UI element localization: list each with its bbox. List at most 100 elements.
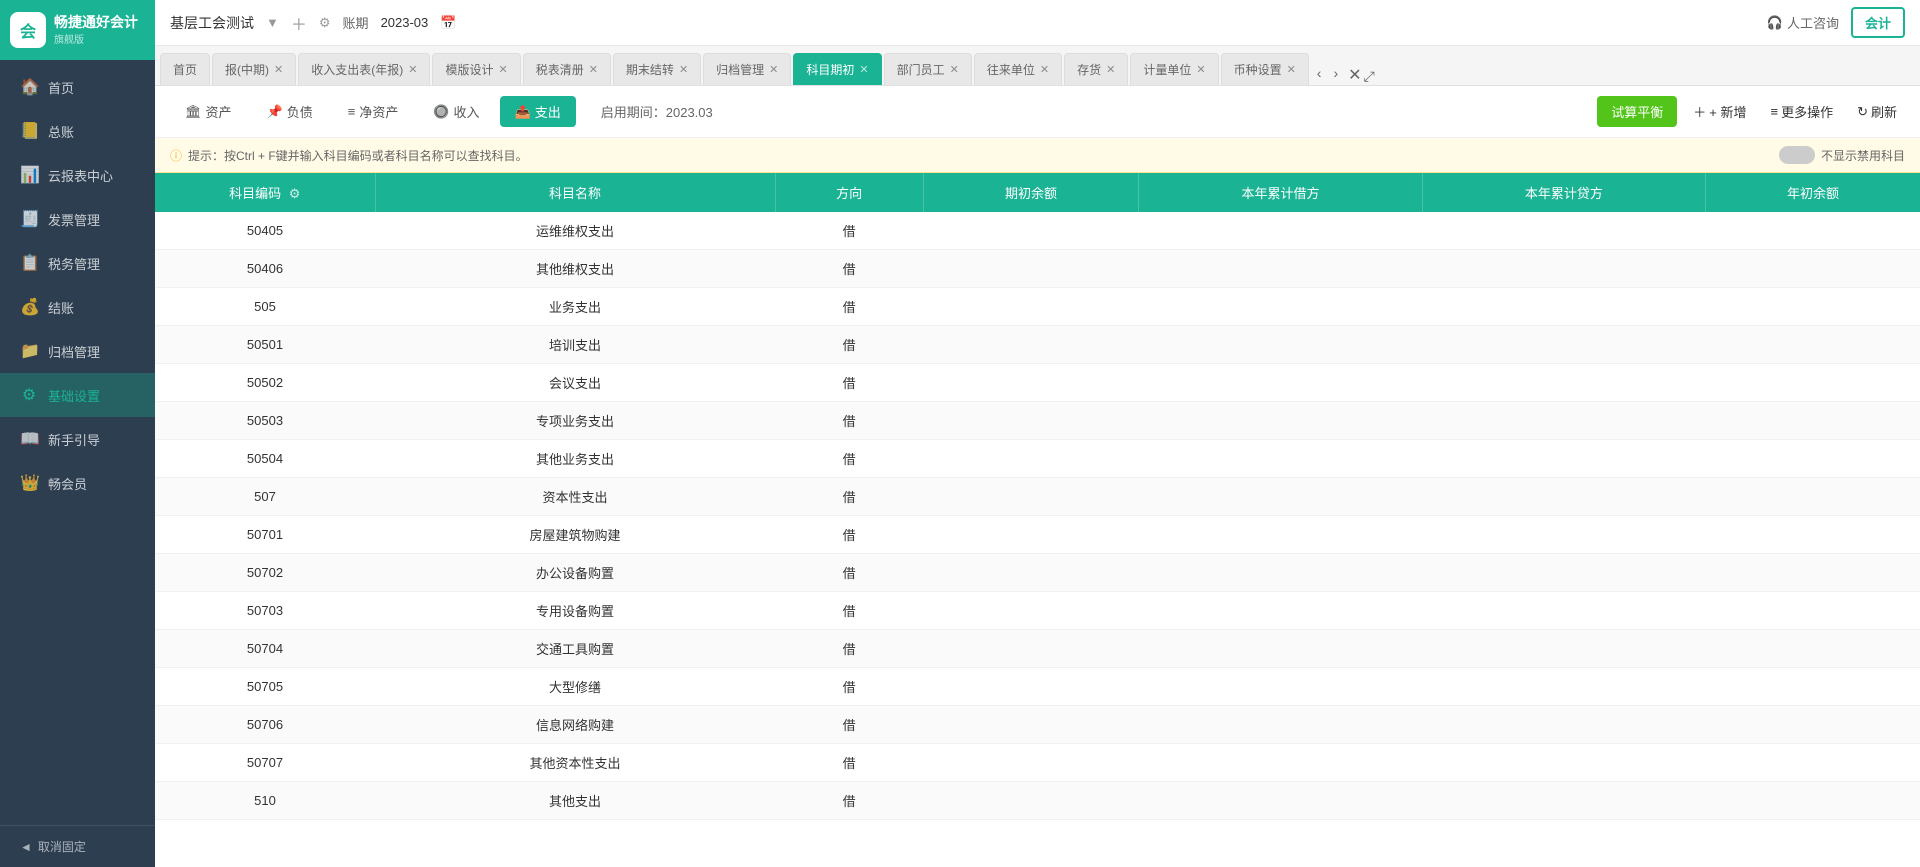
tab-next-button[interactable]: ›: [1327, 61, 1344, 85]
calendar-icon[interactable]: 📅: [440, 15, 456, 31]
tab-close-icon[interactable]: ✕: [679, 63, 688, 76]
cell-name: 业务支出: [375, 288, 775, 326]
cell-direction: 借: [775, 554, 923, 592]
tab-home[interactable]: 首页: [160, 53, 210, 85]
table-row[interactable]: 50501 培训支出 借: [155, 326, 1920, 364]
table-row[interactable]: 505 业务支出 借: [155, 288, 1920, 326]
tab-template[interactable]: 模版设计✕: [432, 53, 520, 85]
table-row[interactable]: 50502 会议支出 借: [155, 364, 1920, 402]
cell-name: 其他支出: [375, 782, 775, 820]
sidebar-item-label: 税务管理: [48, 254, 100, 273]
sidebar-item-label: 总账: [48, 122, 74, 141]
table-row[interactable]: 50405 运维维权支出 借: [155, 212, 1920, 250]
table-row[interactable]: 50406 其他维权支出 借: [155, 250, 1920, 288]
filter-tab-label: 资产: [206, 102, 232, 121]
sidebar-item-member[interactable]: 👑畅会员: [0, 461, 155, 505]
cell-code: 50707: [155, 744, 375, 782]
add-button[interactable]: ＋ + 新增: [1685, 97, 1754, 126]
tab-close-icon[interactable]: ✕: [1196, 63, 1205, 76]
balance-button[interactable]: 试算平衡: [1597, 96, 1677, 127]
tab-dept[interactable]: 部门员工✕: [884, 53, 972, 85]
filter-tab-netasset[interactable]: ≡净资产: [333, 96, 414, 127]
tab-close-icon[interactable]: ✕: [769, 63, 778, 76]
cell-opening: [923, 212, 1139, 250]
cell-name: 会议支出: [375, 364, 775, 402]
tab-close-all-button[interactable]: ✕: [1348, 65, 1361, 85]
company-dropdown-icon[interactable]: ▼: [266, 15, 279, 30]
tab-interim[interactable]: 报(中期)✕: [212, 53, 296, 85]
tab-units[interactable]: 计量单位✕: [1130, 53, 1218, 85]
add-company-icon[interactable]: ＋: [291, 11, 307, 35]
disable-toggle[interactable]: [1779, 146, 1815, 164]
tab-prev-button[interactable]: ‹: [1311, 61, 1328, 85]
cell-name: 培训支出: [375, 326, 775, 364]
more-button[interactable]: ≡ 更多操作: [1762, 97, 1841, 126]
cell-ytd-credit: [1422, 516, 1705, 554]
sidebar-item-archive[interactable]: 📁归档管理: [0, 329, 155, 373]
tab-filing[interactable]: 归档管理✕: [703, 53, 791, 85]
tab-close-icon[interactable]: ✕: [950, 63, 959, 76]
tab-close-icon[interactable]: ✕: [1040, 63, 1049, 76]
table-row[interactable]: 507 资本性支出 借: [155, 478, 1920, 516]
th-ytd_credit: 本年累计贷方: [1422, 173, 1705, 212]
table-row[interactable]: 50504 其他业务支出 借: [155, 440, 1920, 478]
tab-currency[interactable]: 币种设置✕: [1221, 53, 1309, 85]
table-row[interactable]: 50503 专项业务支出 借: [155, 402, 1920, 440]
tab-taxclear[interactable]: 税表清册 ✕: [523, 53, 611, 85]
tab-close-icon[interactable]: ✕: [1287, 63, 1296, 76]
sidebar-item-home[interactable]: 🏠首页: [0, 65, 155, 109]
sidebar-item-guide[interactable]: 📖新手引导: [0, 417, 155, 461]
sidebar-item-invoice[interactable]: 🧾发票管理: [0, 197, 155, 241]
sidebar-item-settings[interactable]: ⚙基础设置: [0, 373, 155, 417]
refresh-button[interactable]: ↻ 刷新: [1849, 97, 1905, 126]
accounts-table: 科目编码 ⚙科目名称方向期初余额本年累计借方本年累计贷方年初余额 50405 运…: [155, 173, 1920, 820]
table-row[interactable]: 510 其他支出 借: [155, 782, 1920, 820]
sidebar-item-tax[interactable]: 📋税务管理: [0, 241, 155, 285]
sidebar-item-label: 归档管理: [48, 342, 100, 361]
table-row[interactable]: 50705 大型修缮 借: [155, 668, 1920, 706]
filter-tab-expense[interactable]: 📤支出: [500, 96, 576, 127]
filter-tab-asset[interactable]: 🏛资产: [170, 96, 247, 127]
tab-close-icon[interactable]: ✕: [498, 63, 507, 76]
tab-close-icon[interactable]: ✕: [859, 63, 868, 76]
tab-close-icon[interactable]: ✕: [274, 63, 283, 76]
app-logo[interactable]: 会 畅捷通好会计 旗舰版: [0, 0, 155, 60]
table-row[interactable]: 50707 其他资本性支出 借: [155, 744, 1920, 782]
tab-subjects[interactable]: 科目期初✕: [793, 53, 881, 85]
cell-year-balance: [1706, 364, 1920, 402]
sidebar-item-label: 结账: [48, 298, 74, 317]
header-right: 🎧 人工咨询 会计: [1767, 7, 1905, 38]
sidebar-item-reports[interactable]: 📊云报表中心: [0, 153, 155, 197]
tab-annual[interactable]: 收入支出表(年报)✕: [298, 53, 430, 85]
table-row[interactable]: 50703 专用设备购置 借: [155, 592, 1920, 630]
tab-contacts[interactable]: 往来单位✕: [974, 53, 1062, 85]
sidebar-item-label: 新手引导: [48, 430, 100, 449]
filter-tab-income[interactable]: 🔘收入: [418, 96, 494, 127]
sidebar-footer[interactable]: ◄ 取消固定: [0, 825, 155, 867]
tab-expand-button[interactable]: ⤢: [1364, 68, 1375, 85]
table-row[interactable]: 50706 信息网络购建 借: [155, 706, 1920, 744]
filter-tab-liability[interactable]: 📌负债: [252, 96, 328, 127]
tab-close-icon[interactable]: ✕: [589, 63, 598, 76]
cell-ytd-debit: [1139, 668, 1422, 706]
cell-ytd-credit: [1422, 402, 1705, 440]
column-settings-icon[interactable]: ⚙: [289, 186, 301, 201]
cell-opening: [923, 402, 1139, 440]
cell-ytd-debit: [1139, 516, 1422, 554]
sidebar-item-settlement[interactable]: 💰结账: [0, 285, 155, 329]
cell-direction: 借: [775, 250, 923, 288]
cell-direction: 借: [775, 706, 923, 744]
tab-inventory[interactable]: 存货✕: [1064, 53, 1128, 85]
help-button[interactable]: 🎧 人工咨询: [1767, 13, 1839, 32]
table-row[interactable]: 50704 交通工具购置 借: [155, 630, 1920, 668]
cell-year-balance: [1706, 250, 1920, 288]
company-settings-icon[interactable]: ⚙: [319, 15, 331, 31]
account-button[interactable]: 会计: [1851, 7, 1905, 38]
table-row[interactable]: 50701 房屋建筑物购建 借: [155, 516, 1920, 554]
tab-yearend[interactable]: 期末结转✕: [613, 53, 701, 85]
table-row[interactable]: 50702 办公设备购置 借: [155, 554, 1920, 592]
tab-close-icon[interactable]: ✕: [1106, 63, 1115, 76]
sidebar-item-ledger[interactable]: 📒总账: [0, 109, 155, 153]
tab-label: 税表清册: [536, 61, 584, 78]
tab-close-icon[interactable]: ✕: [408, 63, 417, 76]
